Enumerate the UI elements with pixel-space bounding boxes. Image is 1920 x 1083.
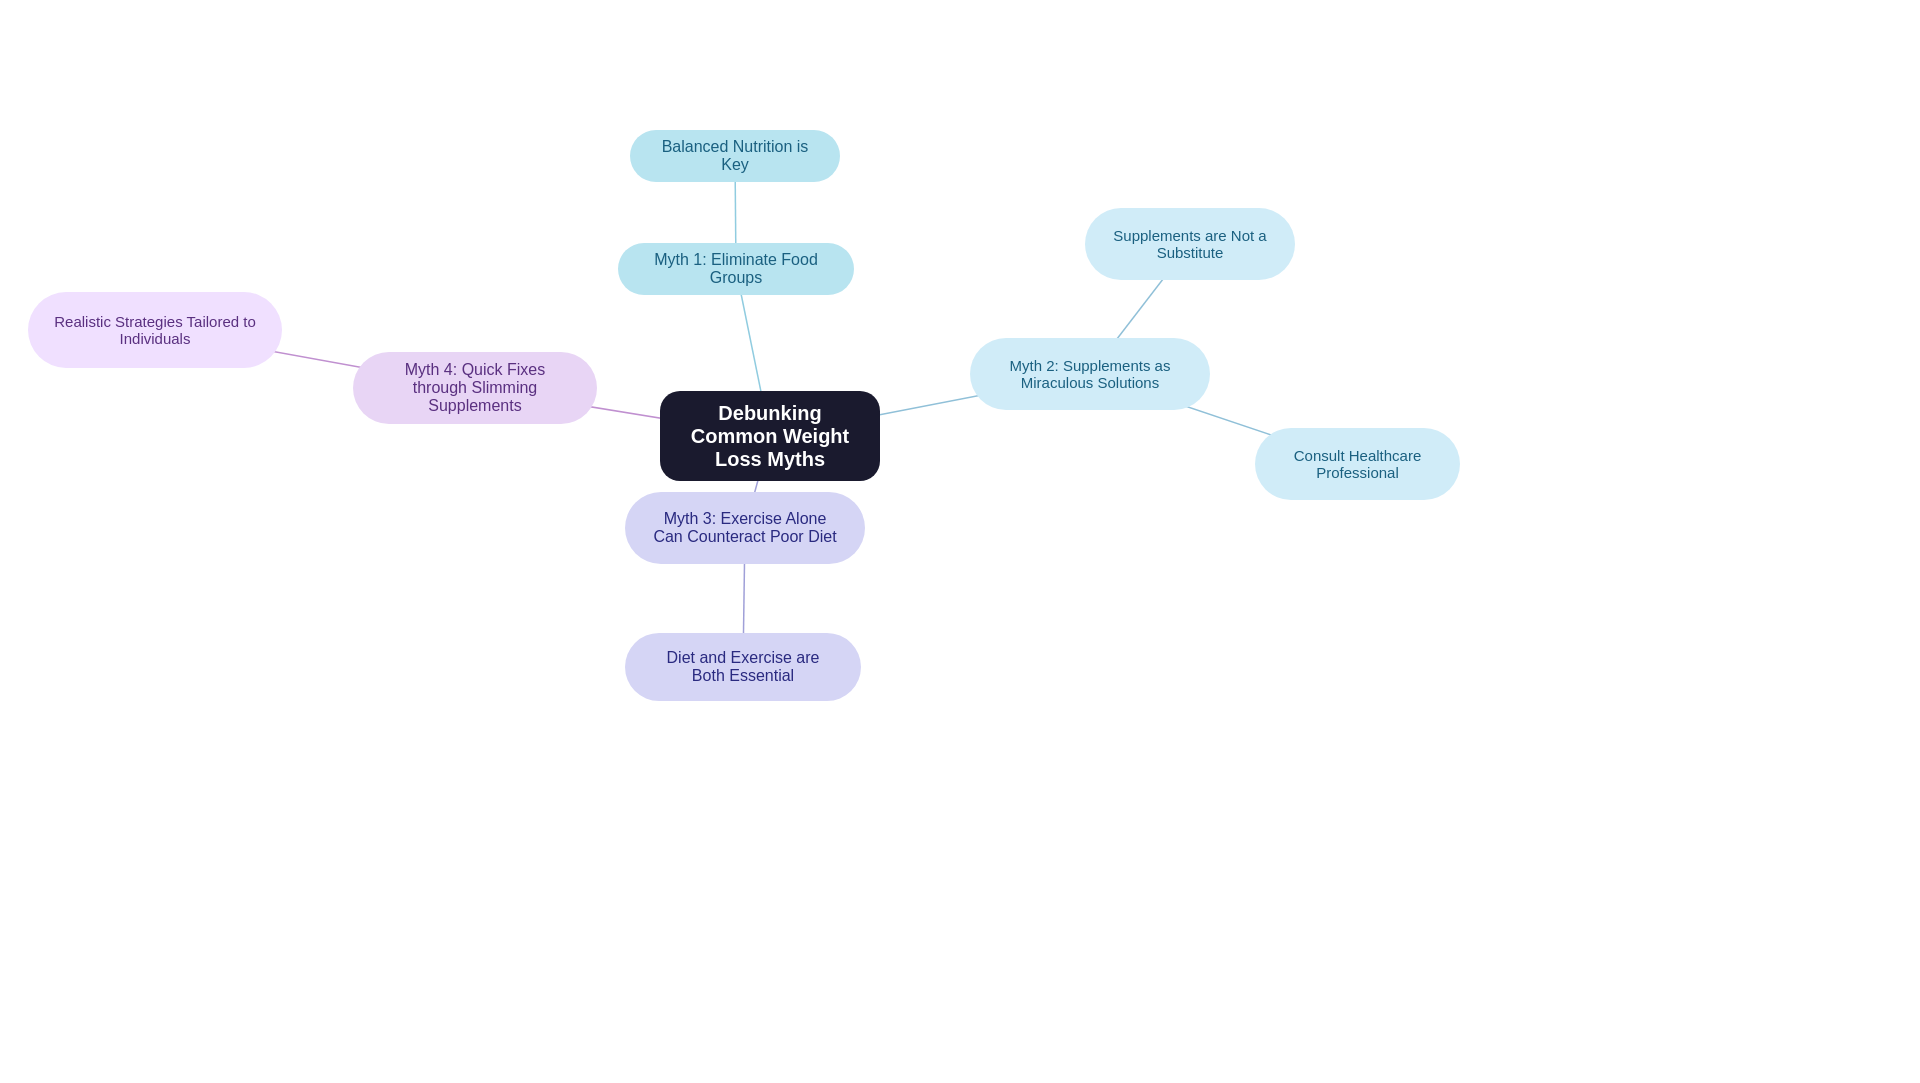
myth2-label: Myth 2: Supplements as Miraculous Soluti… [994, 357, 1186, 391]
balanced-nutrition-label: Balanced Nutrition is Key [654, 138, 816, 174]
myth1-label: Myth 1: Eliminate Food Groups [642, 251, 830, 287]
diet-exercise-label: Diet and Exercise are Both Essential [649, 649, 837, 685]
node-supplements-not: Supplements are Not a Substitute [1085, 208, 1295, 280]
node-myth3: Myth 3: Exercise Alone Can Counteract Po… [625, 492, 865, 564]
myth3-label: Myth 3: Exercise Alone Can Counteract Po… [649, 510, 841, 546]
center-label: Debunking Common Weight Loss Myths [684, 402, 856, 471]
node-myth1: Myth 1: Eliminate Food Groups [618, 243, 854, 295]
node-diet-exercise: Diet and Exercise are Both Essential [625, 633, 861, 701]
node-myth4: Myth 4: Quick Fixes through Slimming Sup… [353, 352, 597, 424]
center-node: Debunking Common Weight Loss Myths [660, 391, 880, 481]
node-myth2: Myth 2: Supplements as Miraculous Soluti… [970, 338, 1210, 410]
node-balanced-nutrition: Balanced Nutrition is Key [630, 130, 840, 182]
node-consult: Consult Healthcare Professional [1255, 428, 1460, 500]
myth4-label: Myth 4: Quick Fixes through Slimming Sup… [377, 361, 573, 415]
realistic-label: Realistic Strategies Tailored to Individ… [52, 313, 258, 347]
node-realistic: Realistic Strategies Tailored to Individ… [28, 292, 282, 368]
supplements-not-label: Supplements are Not a Substitute [1109, 227, 1271, 261]
consult-label: Consult Healthcare Professional [1279, 447, 1436, 481]
